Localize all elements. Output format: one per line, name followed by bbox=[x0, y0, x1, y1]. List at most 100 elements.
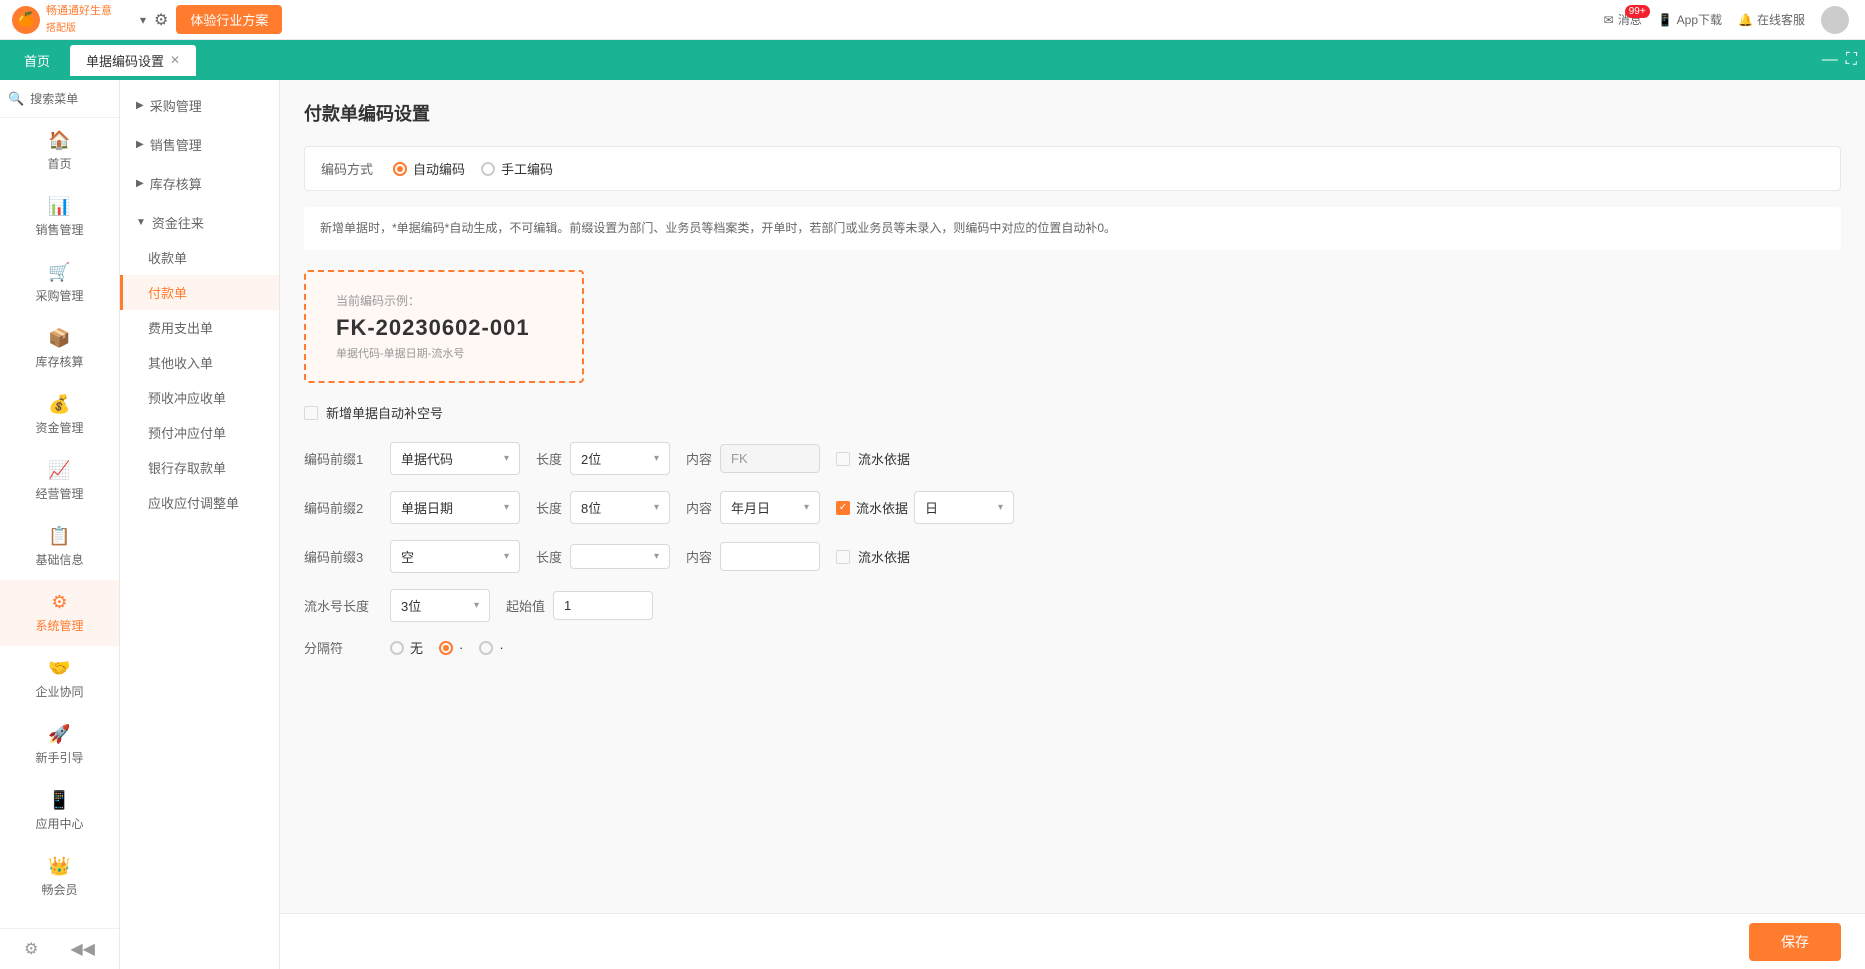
arrow-icon: ▼ bbox=[136, 217, 146, 228]
arrow-icon: ▶ bbox=[136, 100, 144, 111]
content1-input[interactable] bbox=[720, 444, 820, 473]
content2-select[interactable]: 年月日 ▾ bbox=[720, 491, 820, 524]
sidebar-item-enterprise[interactable]: 🤝 企业协同 bbox=[0, 646, 119, 712]
nav-item-ar-ap-adjust[interactable]: 应收应付调整单 bbox=[120, 485, 279, 520]
auto-encoding-radio[interactable]: 自动编码 bbox=[393, 159, 465, 178]
search-menu-btn[interactable]: 🔍 搜索菜单 bbox=[0, 80, 119, 118]
length3-arrow-icon: ▾ bbox=[654, 551, 659, 562]
sep-none-radio[interactable]: 无 bbox=[390, 638, 423, 657]
stream2-checkbox[interactable]: ✓ bbox=[836, 501, 850, 515]
content2-group: 内容 年月日 ▾ bbox=[686, 491, 820, 524]
prefix3-select[interactable]: 空 ▾ bbox=[390, 540, 520, 573]
inventory-icon: 📦 bbox=[48, 328, 70, 349]
content2-label: 内容 bbox=[686, 498, 712, 517]
sales-icon: 📊 bbox=[48, 196, 70, 217]
sidebar-item-home[interactable]: 🏠 首页 bbox=[0, 118, 119, 184]
stream3-checkbox[interactable] bbox=[836, 550, 850, 564]
sidebar-item-finance[interactable]: 💰 资金管理 bbox=[0, 382, 119, 448]
sidebar-item-apps[interactable]: 📱 应用中心 bbox=[0, 778, 119, 844]
encoding-type-section: 编码方式 自动编码 手工编码 bbox=[304, 146, 1841, 191]
tab-close-icon[interactable]: ✕ bbox=[170, 53, 180, 67]
sidebar-item-sales[interactable]: 📊 销售管理 bbox=[0, 184, 119, 250]
sidebar-item-member[interactable]: 👑 畅会员 bbox=[0, 844, 119, 910]
manual-encoding-radio[interactable]: 手工编码 bbox=[481, 159, 553, 178]
group-funds-title[interactable]: ▼ 资金往来 bbox=[120, 205, 279, 240]
code-preview-label: 当前编码示例： bbox=[336, 292, 552, 309]
collapse-icon[interactable]: ◀◀ bbox=[70, 939, 95, 959]
message-btn[interactable]: ✉ 消息 99+ bbox=[1604, 11, 1642, 28]
stream1-label: 流水依据 bbox=[858, 449, 910, 468]
start-value-group: 起始值 bbox=[506, 591, 653, 620]
nav-item-payment[interactable]: 付款单 bbox=[120, 275, 279, 310]
topbar-controls: ▾ ⚙ 体验行业方案 bbox=[140, 5, 282, 34]
sidebar-item-inventory[interactable]: 📦 库存核算 bbox=[0, 316, 119, 382]
nav-item-prepay-offset[interactable]: 预收冲应收单 bbox=[120, 380, 279, 415]
sep-dash-radio[interactable]: · bbox=[439, 640, 463, 655]
sep-dash2-dot bbox=[479, 641, 493, 655]
search-icon: 🔍 bbox=[8, 91, 24, 107]
encoding-radio-group: 自动编码 手工编码 bbox=[393, 159, 553, 178]
online-service-btn[interactable]: 🔔 在线客服 bbox=[1738, 11, 1805, 28]
prefix1-select[interactable]: 单据代码 ▾ bbox=[390, 442, 520, 475]
tab-home[interactable]: 首页 bbox=[8, 45, 66, 76]
download-icon: 📱 bbox=[1658, 13, 1673, 27]
save-button[interactable]: 保存 bbox=[1749, 923, 1841, 961]
code-preview-desc: 单据代码-单据日期-流水号 bbox=[336, 345, 552, 361]
prefix2-select[interactable]: 单据日期 ▾ bbox=[390, 491, 520, 524]
logo-icon: 🍊 bbox=[12, 6, 40, 34]
main-content: 付款单编码设置 编码方式 自动编码 手工编码 bbox=[280, 80, 1865, 913]
group-inventory-title[interactable]: ▶ 库存核算 bbox=[120, 166, 279, 201]
length2-select[interactable]: 8位 ▾ bbox=[570, 491, 670, 524]
prefix2-label: 编码前缀2 bbox=[304, 498, 374, 517]
arrow-icon: ▶ bbox=[136, 178, 144, 189]
serial-length-arrow-icon: ▾ bbox=[474, 600, 479, 611]
manual-encoding-dot bbox=[481, 162, 495, 176]
content3-input[interactable] bbox=[720, 542, 820, 571]
stream2-group: ✓ 流水依据 日 ▾ bbox=[836, 491, 1014, 524]
content1-group: 内容 bbox=[686, 444, 820, 473]
form-row-prefix3: 编码前缀3 空 ▾ 长度 ▾ 内 bbox=[304, 540, 1841, 573]
start-value-input[interactable] bbox=[553, 591, 653, 620]
length2-label: 长度 bbox=[536, 498, 562, 517]
auto-fill-checkbox[interactable] bbox=[304, 406, 318, 420]
form-row-prefix2: 编码前缀2 单据日期 ▾ 长度 8位 ▾ bbox=[304, 491, 1841, 524]
group-purchase-title[interactable]: ▶ 采购管理 bbox=[120, 88, 279, 123]
sep-dash2-radio[interactable]: · bbox=[479, 640, 503, 655]
settings-bottom-icon[interactable]: ⚙ bbox=[24, 939, 38, 959]
group-purchase: ▶ 采购管理 bbox=[120, 88, 279, 123]
tabbar-maximize-btn[interactable]: ⛶ bbox=[1846, 51, 1857, 69]
sidebar-item-purchase[interactable]: 🛒 采购管理 bbox=[0, 250, 119, 316]
code-preview-box: 当前编码示例： FK-20230602-001 单据代码-单据日期-流水号 bbox=[304, 270, 584, 383]
nav-item-advance-offset[interactable]: 预付冲应付单 bbox=[120, 415, 279, 450]
nav-item-other-income[interactable]: 其他收入单 bbox=[120, 345, 279, 380]
separator-options: 无 · · bbox=[390, 638, 504, 657]
settings-icon[interactable]: ⚙ bbox=[154, 10, 168, 30]
sidebar-item-operations[interactable]: 📈 经营管理 bbox=[0, 448, 119, 514]
stream2-period-select[interactable]: 日 ▾ bbox=[914, 491, 1014, 524]
tab-encoding-settings[interactable]: 单据编码设置 ✕ bbox=[70, 45, 196, 76]
nav-item-receipt[interactable]: 收款单 bbox=[120, 240, 279, 275]
app-download-btn[interactable]: 📱 App下载 bbox=[1658, 11, 1722, 28]
serial-length-select[interactable]: 3位 ▾ bbox=[390, 589, 490, 622]
sidebar-item-guide[interactable]: 🚀 新手引导 bbox=[0, 712, 119, 778]
user-info[interactable] bbox=[1821, 6, 1853, 34]
trial-button[interactable]: 体验行业方案 bbox=[176, 5, 282, 34]
length1-group: 长度 2位 ▾ bbox=[536, 442, 670, 475]
topbar: 🍊 畅通通好生意 搭配版 ▾ ⚙ 体验行业方案 ✉ 消息 99+ 📱 App下载… bbox=[0, 0, 1865, 40]
stream1-checkbox[interactable] bbox=[836, 452, 850, 466]
sep-dash-dot bbox=[439, 641, 453, 655]
nav-item-bank[interactable]: 银行存取款单 bbox=[120, 450, 279, 485]
tabbar-minimize-btn[interactable]: — bbox=[1822, 51, 1838, 69]
group-sales-title[interactable]: ▶ 销售管理 bbox=[120, 127, 279, 162]
nav-item-expense[interactable]: 费用支出单 bbox=[120, 310, 279, 345]
length3-select[interactable]: ▾ bbox=[570, 544, 670, 569]
length1-select[interactable]: 2位 ▾ bbox=[570, 442, 670, 475]
separator-label: 分隔符 bbox=[304, 638, 374, 657]
dropdown-btn[interactable]: ▾ bbox=[140, 13, 146, 27]
sidebar-item-basics[interactable]: 📋 基础信息 bbox=[0, 514, 119, 580]
sidebar-item-system[interactable]: ⚙ 系统管理 bbox=[0, 580, 119, 646]
home-icon: 🏠 bbox=[48, 130, 70, 151]
group-inventory: ▶ 库存核算 bbox=[120, 166, 279, 201]
message-badge: 99+ bbox=[1625, 5, 1650, 18]
content3-label: 内容 bbox=[686, 547, 712, 566]
